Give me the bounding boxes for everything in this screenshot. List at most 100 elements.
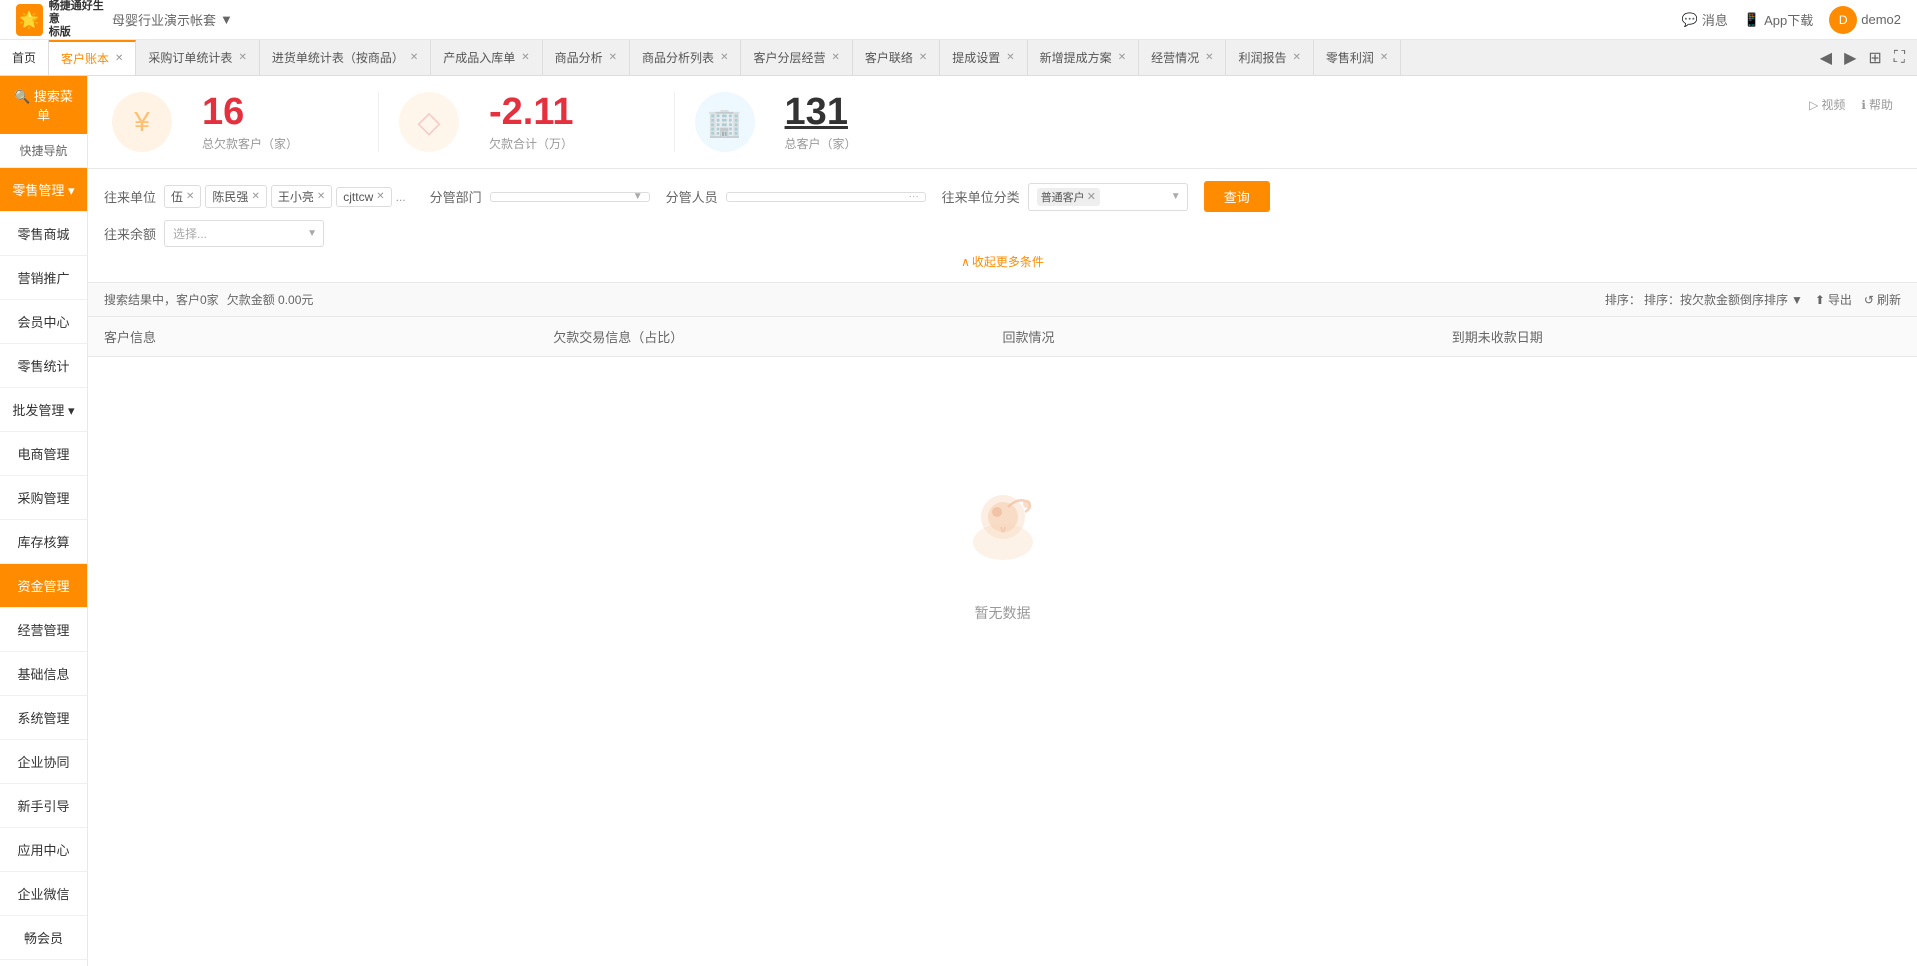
unit-class-remove-icon[interactable]: ✕: [1087, 190, 1096, 203]
filter-tag-wangxiaoliang: 王小亮 ✕: [271, 185, 332, 208]
help-button[interactable]: ℹ 帮助: [1861, 96, 1893, 113]
logo-icon: 🌟: [16, 4, 43, 36]
video-button[interactable]: ▷ 视频: [1809, 96, 1845, 113]
tab-close-icon[interactable]: ✕: [1293, 52, 1301, 63]
tab-close-icon[interactable]: ✕: [1118, 52, 1126, 63]
tab-scroll-left-icon[interactable]: ◀: [1816, 46, 1836, 70]
sidebar-item-retail-mgmt[interactable]: 零售管理 ▾: [0, 168, 87, 212]
tab-commission-settings[interactable]: 提成设置 ✕: [940, 40, 1027, 76]
tab-close-icon[interactable]: ✕: [238, 52, 246, 63]
tab-actions: ◀ ▶ ⊞ ⛶: [1808, 46, 1917, 70]
filter-balance-select[interactable]: 选择... ▼: [164, 220, 324, 247]
stat2-value: -2.11: [489, 93, 574, 131]
filter-tag-chenminqiang: 陈民强 ✕: [205, 185, 266, 208]
tab-close-icon[interactable]: ✕: [1205, 52, 1213, 63]
filter-tag-cjttcw: cjttcw ✕: [336, 187, 391, 207]
tab-close-icon[interactable]: ✕: [720, 52, 728, 63]
sidebar-quick-nav[interactable]: 快捷导航: [0, 134, 87, 168]
tab-customer-account[interactable]: 客户账本 ✕: [49, 40, 136, 76]
app-download-button[interactable]: 📱 App下载: [1744, 10, 1813, 29]
tab-scroll-right-icon[interactable]: ▶: [1840, 46, 1860, 70]
sidebar-item-app-center[interactable]: 应用中心: [0, 828, 87, 872]
tab-purchase-order[interactable]: 采购订单统计表 ✕: [136, 40, 259, 76]
sidebar-item-retail-stats[interactable]: 零售统计: [0, 344, 87, 388]
page-content: ¥ 16 总欠款客户（家） ◇ -2.11 欠款合计（万）: [88, 76, 1917, 966]
tab-product-analysis[interactable]: 商品分析 ✕: [543, 40, 630, 76]
filter-person-label: 分管人员: [666, 187, 718, 206]
table-col-debt-info: 欠款交易信息（占比）: [553, 327, 1002, 346]
sidebar-item-wechat[interactable]: 企业微信: [0, 872, 87, 916]
sidebar-search[interactable]: 🔍 搜索菜单: [0, 76, 87, 134]
sidebar-item-ecommerce[interactable]: 电商管理: [0, 432, 87, 476]
result-bar: 搜索结果中，客户0家 欠款金额 0.00元 排序： 排序：按欠款金额倒序排序 ▼…: [88, 283, 1917, 317]
sort-selector[interactable]: 排序： 排序：按欠款金额倒序排序 ▼: [1605, 291, 1803, 308]
tab-close-icon[interactable]: ✕: [521, 52, 529, 63]
tab-expand-icon[interactable]: ⊞: [1864, 46, 1885, 70]
export-icon: ⬆: [1815, 293, 1825, 307]
top-bar: 🌟 畅捷通好生意 标版 母婴行业演示帐套 ▼ 💬 消息 📱 App下载 D: [0, 0, 1917, 40]
sidebar-item-member[interactable]: 畅会员: [0, 916, 87, 960]
tab-retail-profit[interactable]: 零售利润 ✕: [1314, 40, 1401, 76]
stat3-label: 总客户（家）: [785, 135, 857, 152]
tag-remove-wang[interactable]: ✕: [317, 191, 325, 202]
stat3-value[interactable]: 131: [785, 93, 857, 131]
query-button[interactable]: 查询: [1204, 181, 1270, 212]
sidebar-item-wholesale-mgmt[interactable]: 批发管理 ▾: [0, 388, 87, 432]
tab-close-icon[interactable]: ✕: [919, 52, 927, 63]
tab-close-icon[interactable]: ✕: [609, 52, 617, 63]
user-menu[interactable]: D demo2: [1829, 6, 1901, 34]
sidebar-item-marketing[interactable]: 营销推广: [0, 256, 87, 300]
sidebar-item-retail-mall[interactable]: 零售商城: [0, 212, 87, 256]
tab-fullscreen-icon[interactable]: ⛶: [1890, 47, 1909, 69]
sidebar-item-enterprise-collab[interactable]: 企业协同: [0, 740, 87, 784]
tab-close-icon[interactable]: ✕: [1380, 52, 1388, 63]
tab-close-icon[interactable]: ✕: [410, 52, 418, 63]
filter-unit-class-label: 往来单位分类: [942, 187, 1020, 206]
tab-close-icon[interactable]: ✕: [115, 53, 123, 64]
sidebar-item-system-mgmt[interactable]: 系统管理: [0, 696, 87, 740]
filter-row-2: 往来余额 选择... ▼: [104, 220, 1901, 247]
filter-person-select[interactable]: ···: [726, 192, 926, 202]
tab-customer-contact[interactable]: 客户联络 ✕: [853, 40, 940, 76]
filter-bar: 往来单位 伍 ✕ 陈民强 ✕ 王小亮 ✕: [88, 169, 1917, 283]
export-button[interactable]: ⬆ 导出: [1815, 291, 1852, 308]
table-area: 客户信息 欠款交易信息（占比） 回款情况 到期未收款日期: [88, 317, 1917, 966]
tab-close-icon[interactable]: ✕: [1006, 52, 1014, 63]
tab-business-status[interactable]: 经营情况 ✕: [1139, 40, 1226, 76]
filter-unit-class-select[interactable]: 普通客户 ✕ ▼: [1028, 183, 1188, 211]
nav-tabs: 首页 客户账本 ✕ 采购订单统计表 ✕ 进货单统计表（按商品） ✕ 产成品入库单…: [0, 40, 1917, 76]
tab-production-in[interactable]: 产成品入库单 ✕: [431, 40, 542, 76]
sidebar-item-basic-info[interactable]: 基础信息: [0, 652, 87, 696]
company-selector[interactable]: 母婴行业演示帐套 ▼: [112, 10, 233, 29]
collapse-button[interactable]: ∧ 收起更多条件: [961, 253, 1044, 270]
filter-unit-label: 往来单位: [104, 187, 156, 206]
filter-dept-select[interactable]: ▼: [490, 192, 650, 202]
sidebar-item-business-mgmt[interactable]: 经营管理: [0, 608, 87, 652]
tab-product-analysis-list[interactable]: 商品分析列表 ✕: [630, 40, 741, 76]
stat1-label: 总欠款客户（家）: [202, 135, 298, 152]
sidebar-item-capital-mgmt[interactable]: 资金管理: [0, 564, 87, 608]
tab-customer-tier[interactable]: 客户分层经营 ✕: [741, 40, 852, 76]
sidebar-item-purchase-mgmt[interactable]: 采购管理: [0, 476, 87, 520]
tab-close-icon[interactable]: ✕: [831, 52, 839, 63]
tab-home[interactable]: 首页: [0, 40, 49, 76]
message-button[interactable]: 💬 消息: [1682, 10, 1728, 29]
filter-tags-more[interactable]: ...: [396, 190, 406, 204]
tag-remove-chen[interactable]: ✕: [251, 191, 259, 202]
sort-dropdown-icon: ▼: [1791, 293, 1803, 307]
sidebar-item-member-center[interactable]: 会员中心: [0, 300, 87, 344]
tab-new-commission[interactable]: 新增提成方案 ✕: [1028, 40, 1139, 76]
tag-remove-cjttcw[interactable]: ✕: [376, 191, 384, 202]
stats-divider-2: [674, 92, 675, 152]
stats-bar: ¥ 16 总欠款客户（家） ◇ -2.11 欠款合计（万）: [88, 76, 1917, 169]
search-icon: 🔍: [14, 89, 30, 104]
tab-inbound-stats[interactable]: 进货单统计表（按商品） ✕: [260, 40, 431, 76]
sidebar-item-newcomer-guide[interactable]: 新手引导: [0, 784, 87, 828]
stat-amount: ◇ -2.11 欠款合计（万）: [399, 93, 654, 152]
refresh-button[interactable]: ↺ 刷新: [1864, 291, 1901, 308]
unit-class-tag: 普通客户 ✕: [1037, 188, 1100, 206]
result-info: 搜索结果中，客户0家 欠款金额 0.00元: [104, 291, 313, 308]
sidebar-item-inventory[interactable]: 库存核算: [0, 520, 87, 564]
tag-remove-wu[interactable]: ✕: [186, 191, 194, 202]
tab-profit-report[interactable]: 利润报告 ✕: [1226, 40, 1313, 76]
